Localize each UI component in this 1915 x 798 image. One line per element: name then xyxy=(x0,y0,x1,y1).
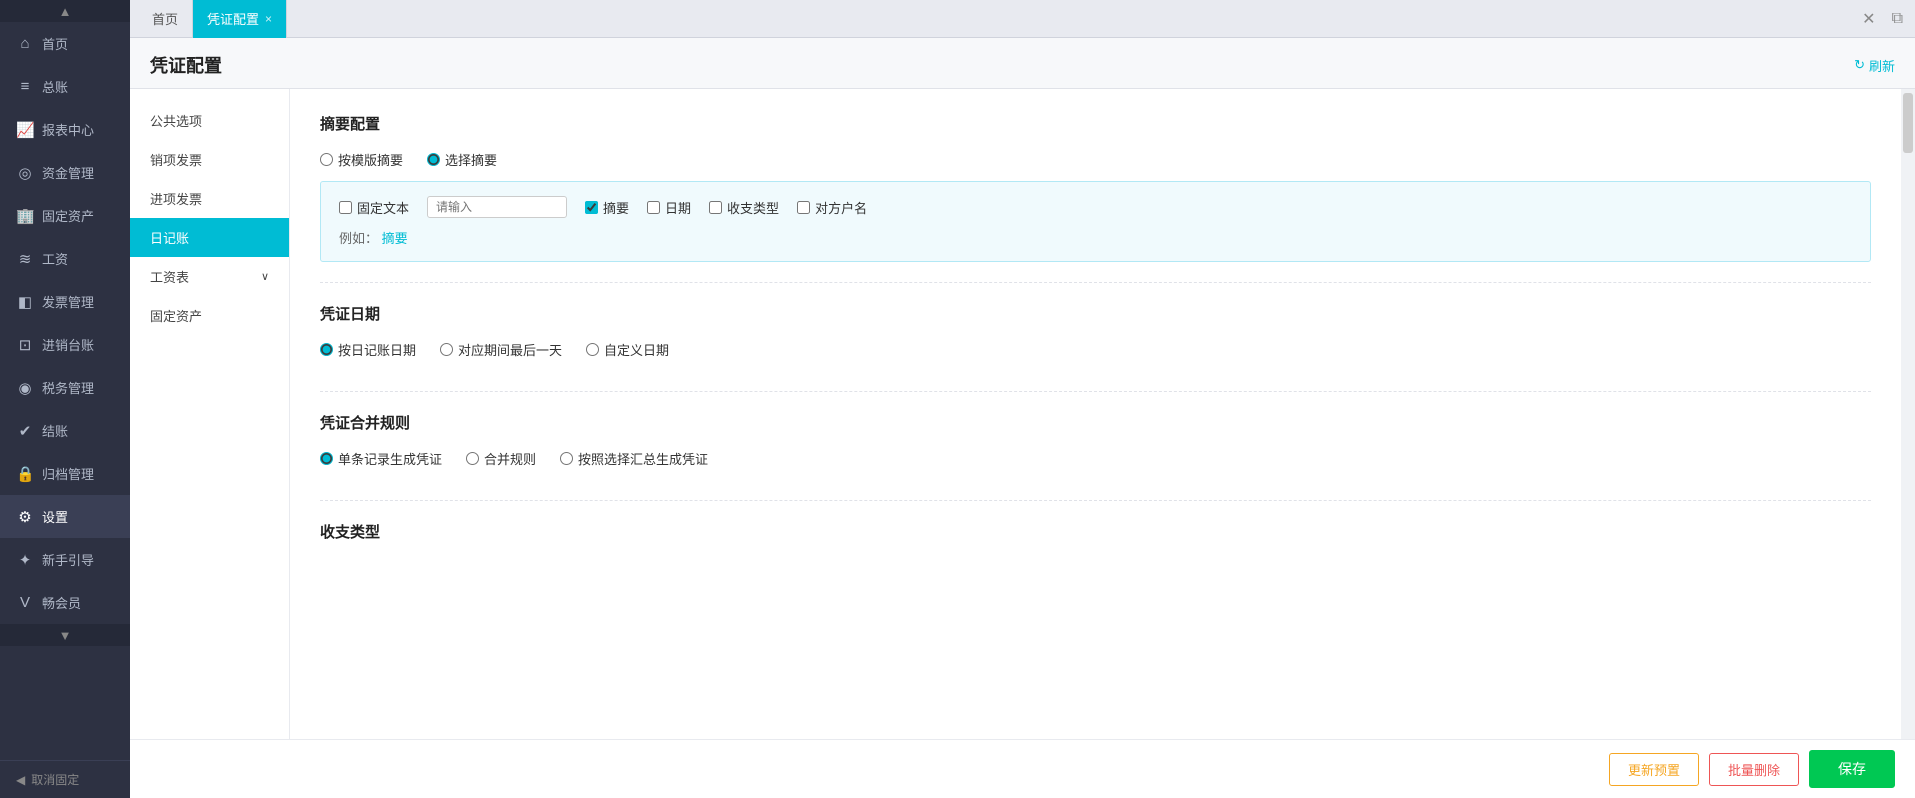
page-header: 凭证配置 ↻ 刷新 xyxy=(130,38,1915,89)
scroll-thumb[interactable] xyxy=(1903,93,1913,153)
left-nav-item-journal[interactable]: 日记账 xyxy=(130,218,289,257)
sidebar-item-vip[interactable]: V 畅会员 xyxy=(0,581,130,624)
sidebar-scroll-down[interactable]: ▼ xyxy=(0,624,130,646)
tax-icon: ◉ xyxy=(16,379,34,397)
fixed-text-input[interactable] xyxy=(427,196,567,218)
update-preview-button[interactable]: 更新预置 xyxy=(1609,753,1699,786)
income-type-section: 收支类型 xyxy=(320,521,1871,542)
merge-rules-title: 凭证合并规则 xyxy=(320,412,1871,433)
pin-icon: ◀ xyxy=(16,773,25,787)
tab-home[interactable]: 首页 xyxy=(138,0,193,38)
radio-custom-date[interactable]: 自定义日期 xyxy=(586,340,669,359)
home-icon: ⌂ xyxy=(16,35,34,52)
page-title: 凭证配置 xyxy=(150,52,222,78)
sidebar: ▲ ⌂ 首页 ≡ 总账 📈 报表中心 ◎ 资金管理 🏢 固定资产 ≋ 工资 ◧ … xyxy=(0,0,130,798)
cancel-fixed-button[interactable]: ◀ 取消固定 xyxy=(0,760,130,798)
settle-icon: ✔ xyxy=(16,422,34,440)
tab-voucher-config[interactable]: 凭证配置 × xyxy=(193,0,287,38)
left-nav-item-payroll-table[interactable]: 工资表 ∨ xyxy=(130,257,289,296)
radio-select-summary[interactable]: 选择摘要 xyxy=(427,150,497,169)
merge-rules-radio-group: 单条记录生成凭证 合并规则 按照选择汇总生成凭证 xyxy=(320,449,1871,468)
sidebar-item-purchase-sales[interactable]: ⊡ 进销台账 xyxy=(0,323,130,366)
refresh-icon: ↻ xyxy=(1854,57,1865,73)
sidebar-item-invoice-mgmt[interactable]: ◧ 发票管理 xyxy=(0,280,130,323)
checkbox-summary[interactable]: 摘要 xyxy=(585,198,629,217)
summary-config-section: 摘要配置 按模版摘要 选择摘要 固定文本 xyxy=(320,113,1871,283)
refresh-button[interactable]: ↻ 刷新 xyxy=(1854,56,1895,75)
summary-radio-group: 按模版摘要 选择摘要 xyxy=(320,150,1871,169)
purchase-sales-icon: ⊡ xyxy=(16,336,34,354)
bottom-bar: 更新预置 批量删除 保存 xyxy=(130,739,1915,798)
window-resize-icon[interactable]: ⧉ xyxy=(1888,8,1907,30)
voucher-date-radio-group: 按日记账日期 对应期间最后一天 自定义日期 xyxy=(320,340,1871,359)
summary-box: 固定文本 摘要 日期 收支类型 xyxy=(320,181,1871,262)
reports-icon: 📈 xyxy=(16,121,34,139)
sidebar-item-payroll[interactable]: ≋ 工资 xyxy=(0,237,130,280)
sidebar-item-settle[interactable]: ✔ 结账 xyxy=(0,409,130,452)
batch-delete-button[interactable]: 批量删除 xyxy=(1709,753,1799,786)
main-area: 首页 凭证配置 × ✕ ⧉ 凭证配置 ↻ 刷新 公共选项 销项发票 进 xyxy=(130,0,1915,798)
chevron-down-icon: ∨ xyxy=(261,270,269,283)
left-nav-item-public[interactable]: 公共选项 xyxy=(130,101,289,140)
content-layout: 公共选项 销项发票 进项发票 日记账 工资表 ∨ 固定资产 摘要配置 xyxy=(130,89,1915,739)
sidebar-item-home[interactable]: ⌂ 首页 xyxy=(0,22,130,65)
sidebar-item-funds[interactable]: ◎ 资金管理 xyxy=(0,151,130,194)
summary-checkboxes-row: 固定文本 摘要 日期 收支类型 xyxy=(339,196,1852,218)
merge-rules-section: 凭证合并规则 单条记录生成凭证 合并规则 按照选择汇总生成凭证 xyxy=(320,412,1871,501)
checkbox-date[interactable]: 日期 xyxy=(647,198,691,217)
guide-icon: ✦ xyxy=(16,551,34,569)
tab-bar-actions: ✕ ⧉ xyxy=(1858,7,1907,31)
sidebar-item-ledger[interactable]: ≡ 总账 xyxy=(0,65,130,108)
radio-by-journal-date[interactable]: 按日记账日期 xyxy=(320,340,416,359)
voucher-date-section: 凭证日期 按日记账日期 对应期间最后一天 自定义日期 xyxy=(320,303,1871,392)
invoice-mgmt-icon: ◧ xyxy=(16,293,34,311)
tab-close-icon[interactable]: × xyxy=(265,12,272,26)
vip-icon: V xyxy=(16,594,34,611)
radio-merge-rules[interactable]: 合并规则 xyxy=(466,449,536,468)
income-type-title: 收支类型 xyxy=(320,521,1871,542)
settings-icon: ⚙ xyxy=(16,508,34,526)
tab-bar: 首页 凭证配置 × ✕ ⧉ xyxy=(130,0,1915,38)
radio-single-record[interactable]: 单条记录生成凭证 xyxy=(320,449,442,468)
right-content: 摘要配置 按模版摘要 选择摘要 固定文本 xyxy=(290,89,1901,739)
radio-by-selection[interactable]: 按照选择汇总生成凭证 xyxy=(560,449,708,468)
sidebar-item-guide[interactable]: ✦ 新手引导 xyxy=(0,538,130,581)
scroll-track[interactable] xyxy=(1901,89,1915,739)
left-nav-item-fixed-assets[interactable]: 固定资产 xyxy=(130,296,289,335)
sidebar-item-archive[interactable]: 🔒 归档管理 xyxy=(0,452,130,495)
voucher-date-title: 凭证日期 xyxy=(320,303,1871,324)
funds-icon: ◎ xyxy=(16,164,34,182)
checkbox-counterparty[interactable]: 对方户名 xyxy=(797,198,867,217)
ledger-icon: ≡ xyxy=(16,78,34,95)
sidebar-item-tax-mgmt[interactable]: ◉ 税务管理 xyxy=(0,366,130,409)
checkbox-income-type[interactable]: 收支类型 xyxy=(709,198,779,217)
summary-example: 例如： 摘要 xyxy=(339,228,1852,247)
window-close-icon[interactable]: ✕ xyxy=(1858,7,1879,31)
sidebar-item-reports[interactable]: 📈 报表中心 xyxy=(0,108,130,151)
fixed-assets-icon: 🏢 xyxy=(16,207,34,225)
left-nav: 公共选项 销项发票 进项发票 日记账 工资表 ∨ 固定资产 xyxy=(130,89,290,739)
left-nav-item-purchase-invoice[interactable]: 进项发票 xyxy=(130,179,289,218)
sidebar-scroll-up[interactable]: ▲ xyxy=(0,0,130,22)
sidebar-item-fixed-assets[interactable]: 🏢 固定资产 xyxy=(0,194,130,237)
save-button[interactable]: 保存 xyxy=(1809,750,1895,788)
sidebar-item-settings[interactable]: ⚙ 设置 xyxy=(0,495,130,538)
archive-icon: 🔒 xyxy=(16,465,34,483)
left-nav-item-sales-invoice[interactable]: 销项发票 xyxy=(130,140,289,179)
checkbox-fixed-text[interactable]: 固定文本 xyxy=(339,198,409,217)
radio-template-summary[interactable]: 按模版摘要 xyxy=(320,150,403,169)
payroll-icon: ≋ xyxy=(16,250,34,268)
summary-config-title: 摘要配置 xyxy=(320,113,1871,134)
radio-period-last-day[interactable]: 对应期间最后一天 xyxy=(440,340,562,359)
